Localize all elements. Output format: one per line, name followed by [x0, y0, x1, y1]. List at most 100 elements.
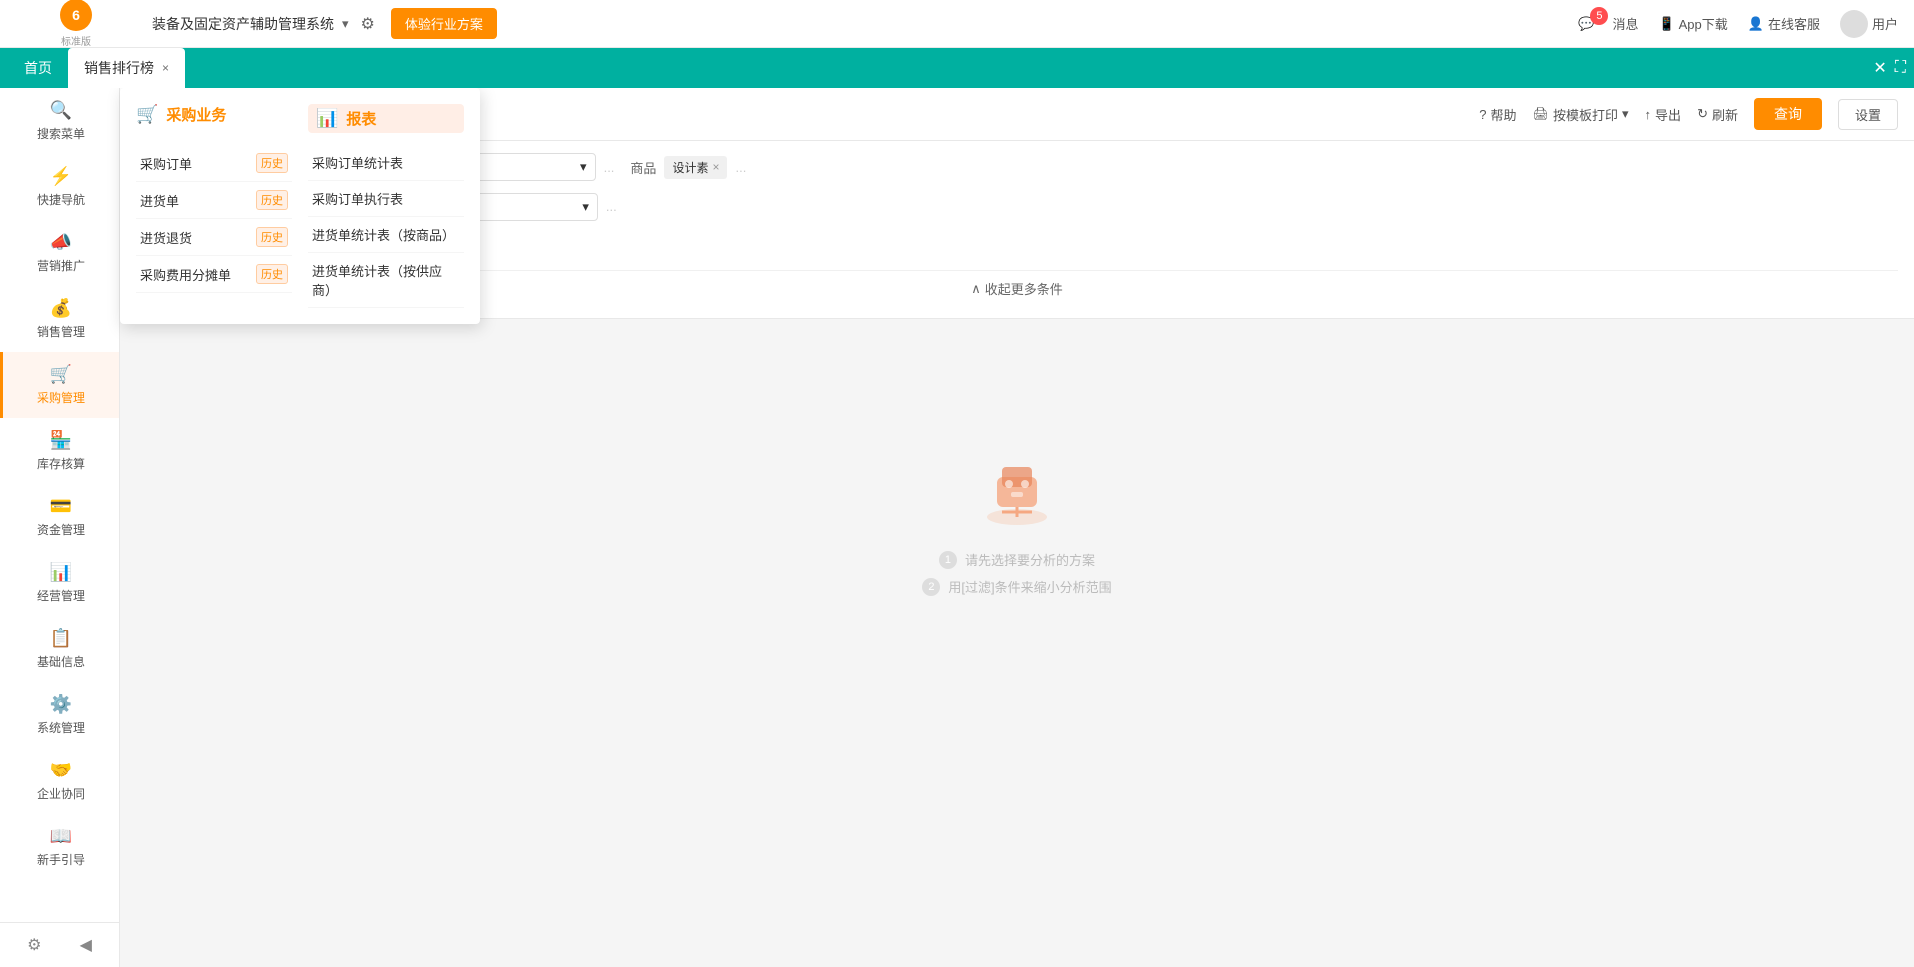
query-button[interactable]: 查询	[1754, 98, 1822, 130]
sidebar-item-purchase-label: 采购管理	[37, 389, 85, 406]
doc-status-select[interactable]: ▾	[476, 153, 596, 181]
phone-icon: 📱	[1658, 16, 1674, 32]
refresh-label: 刷新	[1712, 105, 1738, 124]
sidebar-item-system[interactable]: ⚙️ 系统管理	[0, 682, 119, 748]
goods-label: 商品	[630, 158, 656, 177]
tab-close-icon[interactable]: ×	[162, 61, 169, 75]
tab-home[interactable]: 首页	[8, 48, 68, 88]
stock-stats-goods-item[interactable]: 进货单统计表（按商品）	[308, 217, 464, 253]
online-service-button[interactable]: 👤 在线客服	[1748, 14, 1820, 33]
collapse-label: 收起更多条件	[985, 279, 1063, 298]
settings-icon[interactable]: ⚙	[361, 14, 375, 34]
online-service-label: 在线客服	[1768, 14, 1820, 33]
messages-label: 消息	[1612, 14, 1638, 33]
empty-step2-text: 用[过滤]条件来缩小分析范围	[948, 577, 1111, 596]
bottom-collapse-icon[interactable]: ◀	[80, 935, 92, 955]
report-section-title: 报表	[346, 108, 376, 129]
sidebar-item-quicknav-label: 快捷导航	[37, 191, 85, 208]
sidebar-item-inventory[interactable]: 🏪 库存核算	[0, 418, 119, 484]
tab-close-window-icon[interactable]: ✕	[1873, 58, 1886, 78]
export-button[interactable]: ↑ 导出	[1645, 105, 1682, 124]
user-avatar	[1840, 10, 1868, 38]
sidebar-item-search[interactable]: 🔍 搜索菜单	[0, 88, 119, 154]
empty-step1-text: 请先选择要分析的方案	[965, 550, 1095, 569]
empty-step-2: 2 用[过滤]条件来缩小分析范围	[922, 577, 1111, 596]
user-button[interactable]: 用户	[1840, 10, 1898, 38]
print-dropdown-icon: ▾	[1622, 106, 1629, 122]
stock-stats-goods-label: 进货单统计表（按商品）	[312, 225, 455, 244]
sidebar-item-inventory-label: 库存核算	[37, 455, 85, 472]
sidebar-item-quicknav[interactable]: ⚡ 快捷导航	[0, 154, 119, 220]
report-section-header: 📊 报表	[308, 104, 464, 133]
doc-status-dropdown-icon: ▾	[580, 159, 587, 175]
goods-ellipsis: ...	[735, 160, 746, 175]
purchase-order-exec-item[interactable]: 采购订单执行表	[308, 181, 464, 217]
sidebar-item-basic-info[interactable]: 📋 基础信息	[0, 616, 119, 682]
stock-stats-supplier-item[interactable]: 进货单统计表（按供应商）	[308, 253, 464, 308]
user-label: 用户	[1872, 14, 1898, 33]
purchase-expense-item[interactable]: 采购费用分摊单 历史	[136, 256, 292, 293]
messages-button[interactable]: 💬 5 消息	[1578, 14, 1638, 33]
handshake-icon: 🤝	[50, 760, 72, 781]
sidebar-item-guide-label: 新手引导	[37, 851, 85, 868]
sidebar-item-enterprise-label: 企业协同	[37, 785, 85, 802]
logo-text: 标准版	[61, 33, 91, 48]
svg-text:6: 6	[72, 7, 80, 23]
print-template-button[interactable]: 🖨 按模板打印 ▾	[1532, 105, 1628, 124]
stock-return-item[interactable]: 进货退货 历史	[136, 219, 292, 256]
help-button[interactable]: ? 帮助	[1479, 105, 1516, 124]
sidebar-item-operations-label: 经营管理	[37, 587, 85, 604]
collapse-button[interactable]: ∧ 收起更多条件	[963, 271, 1071, 306]
empty-step-1: 1 请先选择要分析的方案	[939, 550, 1095, 569]
purchase-business-column: 🛒 采购业务 采购订单 历史 进货单 历史 进货退货 历史	[136, 104, 292, 308]
sidebar-item-basic-info-label: 基础信息	[37, 653, 85, 670]
megaphone-icon: 📣	[50, 232, 72, 253]
sidebar-item-enterprise[interactable]: 🤝 企业协同	[0, 748, 119, 814]
bottom-settings-icon[interactable]: ⚙	[27, 935, 41, 955]
money-icon: 💰	[50, 298, 72, 319]
title-dropdown-icon[interactable]: ▾	[342, 16, 349, 32]
clipboard-icon: 📋	[50, 628, 72, 649]
stock-return-label: 进货退货	[140, 228, 192, 247]
staff-dropdown-icon: ▾	[582, 199, 589, 215]
purchase-order-stats-label: 采购订单统计表	[312, 153, 403, 172]
sidebar-item-finance[interactable]: 💳 资金管理	[0, 484, 119, 550]
book-icon: 📖	[50, 826, 72, 847]
industry-button[interactable]: 体验行业方案	[391, 8, 497, 39]
main-layout: 🔍 搜索菜单 ⚡ 快捷导航 📣 营销推广 💰 销售管理 🛒 采购管理 🏪 库存核…	[0, 88, 1914, 967]
stock-stats-supplier-label: 进货单统计表（按供应商）	[312, 261, 460, 299]
purchase-order-stats-item[interactable]: 采购订单统计表	[308, 145, 464, 181]
tab-expand-icon[interactable]: ⛶	[1895, 59, 1906, 77]
app-download-label: App下载	[1679, 14, 1728, 33]
print-icon: 🖨	[1532, 106, 1549, 122]
tab-actions: ✕ ⛶	[1873, 58, 1906, 78]
sidebar-item-system-label: 系统管理	[37, 719, 85, 736]
sidebar-item-purchase[interactable]: 🛒 采购管理	[0, 352, 119, 418]
nav-tabs: 首页 销售排行榜 × ✕ ⛶	[0, 48, 1914, 88]
staff-ellipsis: ...	[606, 199, 617, 214]
purchase-order-item[interactable]: 采购订单 历史	[136, 145, 292, 182]
tab-home-label: 首页	[24, 58, 52, 78]
stock-in-history-badge: 历史	[256, 190, 288, 210]
card-icon: 💳	[50, 496, 72, 517]
system-title: 装备及固定资产辅助管理系统	[152, 14, 334, 34]
sidebar-item-marketing[interactable]: 📣 营销推广	[0, 220, 119, 286]
export-label: 导出	[1655, 105, 1681, 124]
refresh-button[interactable]: ↻ 刷新	[1697, 105, 1738, 124]
tab-sales-ranking[interactable]: 销售排行榜 ×	[68, 48, 185, 88]
tab-sales-ranking-label: 销售排行榜	[84, 58, 154, 78]
setting-button[interactable]: 设置	[1838, 99, 1898, 130]
sidebar-item-guide[interactable]: 📖 新手引导	[0, 814, 119, 880]
stock-in-item[interactable]: 进货单 历史	[136, 182, 292, 219]
export-icon: ↑	[1645, 107, 1652, 122]
sidebar-item-sales-label: 销售管理	[37, 323, 85, 340]
doc-status-ellipsis: ...	[604, 160, 615, 175]
purchase-expense-history-badge: 历史	[256, 264, 288, 284]
dropdown-columns: 🛒 采购业务 采购订单 历史 进货单 历史 进货退货 历史	[136, 104, 464, 308]
step-1-number: 1	[939, 551, 957, 569]
sidebar-item-operations[interactable]: 📊 经营管理	[0, 550, 119, 616]
sidebar-item-sales[interactable]: 💰 销售管理	[0, 286, 119, 352]
goods-tag-remove[interactable]: ×	[712, 160, 719, 174]
service-icon: 👤	[1748, 16, 1764, 32]
app-download-button[interactable]: 📱 App下载	[1658, 14, 1727, 33]
